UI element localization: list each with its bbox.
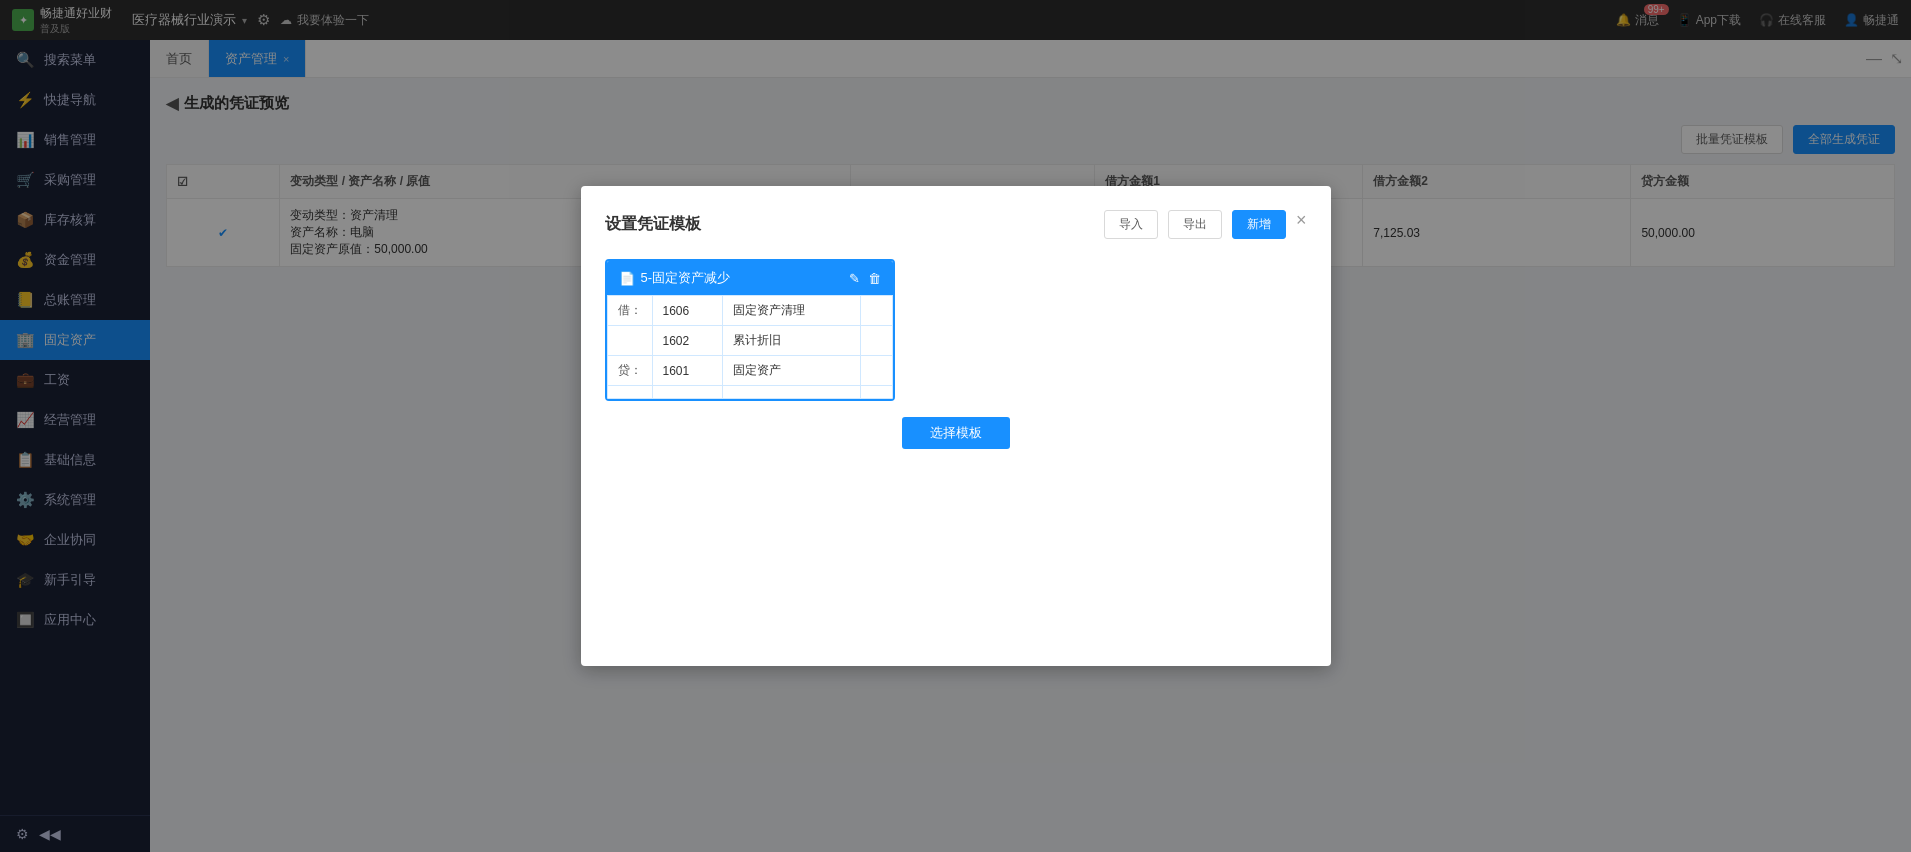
- entry-code-1: 1602: [652, 326, 723, 356]
- entry-name-2: 固定资产: [723, 356, 861, 386]
- entry-name-1: 累计折旧: [723, 326, 861, 356]
- entry-direction-1: [607, 326, 652, 356]
- new-template-button[interactable]: 新增: [1232, 210, 1286, 239]
- select-template-button[interactable]: 选择模板: [902, 417, 1010, 449]
- template-card-actions: ✎ 🗑: [849, 271, 881, 286]
- empty-col-4: [861, 386, 892, 399]
- empty-col-1: [607, 386, 652, 399]
- export-button[interactable]: 导出: [1168, 210, 1222, 239]
- doc-icon: 📄: [619, 271, 635, 286]
- template-entry-row: 1602 累计折旧: [607, 326, 892, 356]
- template-entry-row: 借： 1606 固定资产清理: [607, 296, 892, 326]
- modal-overlay: 设置凭证模板 导入 导出 新增 × 📄 5-固定资产减少 ✎ 🗑: [0, 0, 1911, 852]
- template-entry-row: 贷： 1601 固定资产: [607, 356, 892, 386]
- template-entries-table: 借： 1606 固定资产清理 1602 累计折旧: [607, 295, 893, 399]
- edit-template-icon[interactable]: ✎: [849, 271, 860, 286]
- entry-code-0: 1606: [652, 296, 723, 326]
- voucher-template-modal: 设置凭证模板 导入 导出 新增 × 📄 5-固定资产减少 ✎ 🗑: [581, 186, 1331, 666]
- modal-header: 设置凭证模板 导入 导出 新增 ×: [605, 210, 1307, 239]
- template-card: 📄 5-固定资产减少 ✎ 🗑 借： 1606 固: [605, 259, 895, 401]
- modal-title: 设置凭证模板: [605, 214, 701, 235]
- template-name: 5-固定资产减少: [641, 269, 731, 287]
- delete-template-icon[interactable]: 🗑: [868, 271, 881, 286]
- entry-amount-2: [861, 356, 892, 386]
- template-entry-empty-row: [607, 386, 892, 399]
- template-entries-body: 借： 1606 固定资产清理 1602 累计折旧: [607, 296, 892, 399]
- entry-direction-2: 贷：: [607, 356, 652, 386]
- modal-close-icon[interactable]: ×: [1296, 210, 1307, 239]
- entry-code-2: 1601: [652, 356, 723, 386]
- entry-name-0: 固定资产清理: [723, 296, 861, 326]
- template-card-body: 借： 1606 固定资产清理 1602 累计折旧: [607, 295, 893, 399]
- template-header-title: 📄 5-固定资产减少: [619, 269, 731, 287]
- entry-direction-0: 借：: [607, 296, 652, 326]
- empty-col-2: [652, 386, 723, 399]
- empty-col-3: [723, 386, 861, 399]
- import-button[interactable]: 导入: [1104, 210, 1158, 239]
- entry-amount-0: [861, 296, 892, 326]
- entry-amount-1: [861, 326, 892, 356]
- modal-actions: 导入 导出 新增 ×: [1104, 210, 1307, 239]
- template-card-header: 📄 5-固定资产减少 ✎ 🗑: [607, 261, 893, 295]
- modal-body: 📄 5-固定资产减少 ✎ 🗑 借： 1606 固: [605, 259, 1307, 449]
